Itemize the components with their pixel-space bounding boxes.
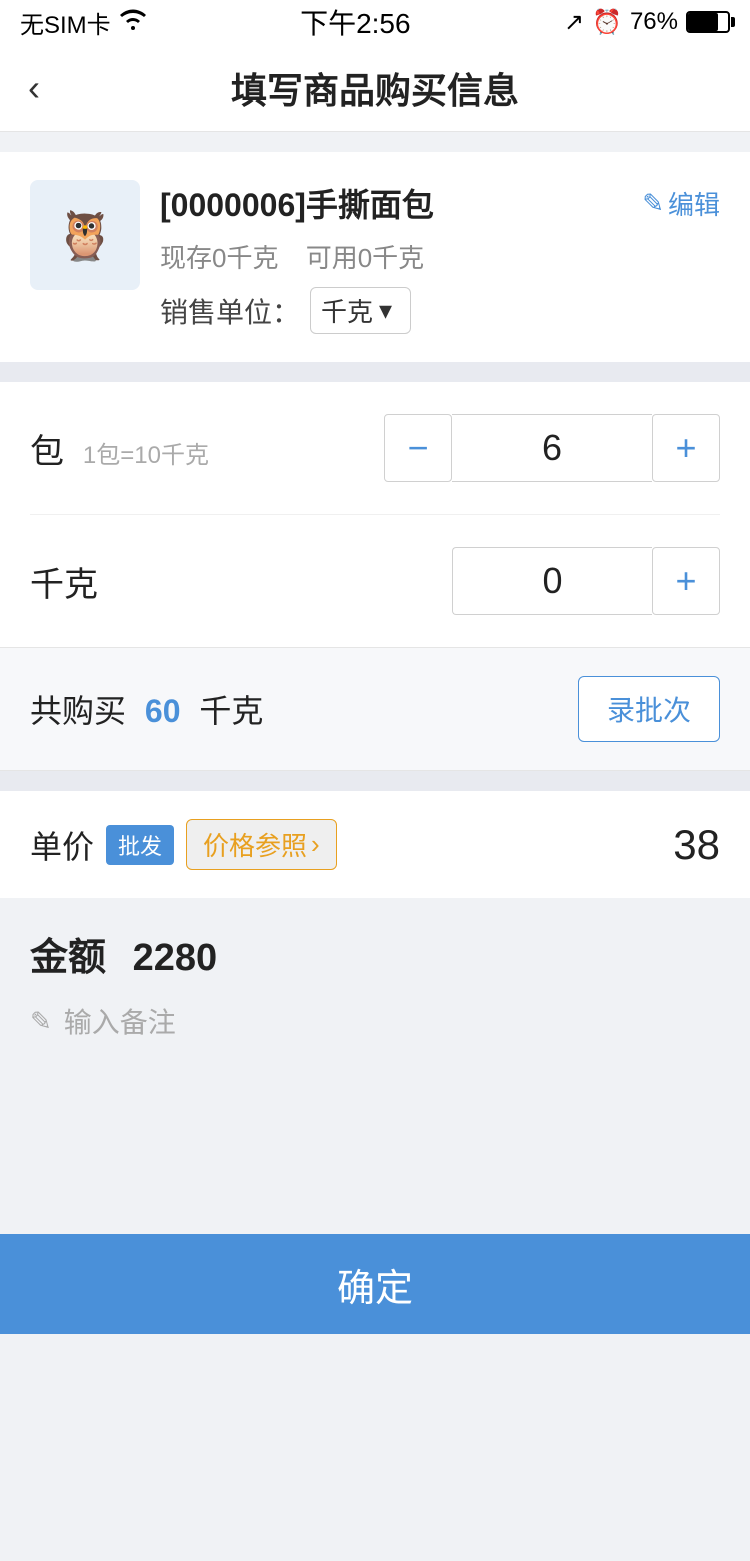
edit-label: 编辑 [668, 185, 720, 222]
total-unit: 千克 [199, 693, 263, 729]
quantity-section: 包 1包=10千克 − + 千克 + [0, 382, 750, 647]
kilogram-increase-button[interactable]: + [652, 547, 720, 615]
section-divider [0, 771, 750, 791]
available-label: 可用0千克 [306, 243, 424, 273]
divider-1 [0, 362, 750, 382]
stock-row: 现存0千克 可用0千克 [160, 238, 720, 275]
unit-row: 销售单位： 千克 ▾ [160, 287, 720, 334]
note-placeholder: 输入备注 [64, 1001, 176, 1041]
product-info: [0000006]手撕面包 ✎ 编辑 现存0千克 可用0千克 销售单位： 千克 … [160, 180, 720, 334]
total-section: 共购买 60 千克 录批次 [0, 647, 750, 771]
price-label-group: 单价 批发 价格参照 › [30, 819, 337, 870]
unit-select[interactable]: 千克 ▾ [310, 287, 411, 334]
product-image: 🦉 [30, 180, 140, 290]
package-decrease-button[interactable]: − [384, 414, 452, 482]
price-section: 单价 批发 价格参照 › 38 [0, 791, 750, 898]
package-row: 包 1包=10千克 − + [30, 382, 720, 515]
product-name-row: [0000006]手撕面包 ✎ 编辑 [160, 180, 720, 226]
edit-button[interactable]: ✎ 编辑 [642, 185, 720, 222]
amount-row: 金额 2280 [30, 926, 720, 981]
carrier-label: 无SIM卡 [20, 5, 111, 40]
price-ref-arrow: › [311, 829, 320, 860]
price-ref-label: 价格参照 [203, 826, 307, 863]
kilogram-row: 千克 + [30, 515, 720, 647]
unit-prefix: 销售单位： [160, 291, 300, 331]
price-value: 38 [673, 821, 720, 869]
status-bar: 无SIM卡 下午2:56 ↗ ⏰ 76% [0, 0, 750, 44]
kilogram-label: 千克 [30, 557, 98, 606]
kilogram-quantity-input[interactable] [452, 547, 652, 615]
page-title: 填写商品购买信息 [231, 62, 519, 114]
price-badge: 批发 [106, 825, 174, 865]
price-reference-button[interactable]: 价格参照 › [186, 819, 337, 870]
price-label: 单价 [30, 822, 94, 868]
unit-value: 千克 [321, 292, 373, 329]
note-row[interactable]: ✎ 输入备注 [30, 1001, 720, 1041]
product-thumbnail-icon: 🦉 [55, 207, 115, 264]
batch-button[interactable]: 录批次 [578, 676, 720, 742]
location-icon: ↗ [564, 8, 584, 37]
amount-section: 金额 2280 ✎ 输入备注 [0, 898, 750, 1061]
back-button[interactable]: ‹ [28, 67, 40, 109]
confirm-button-label: 确定 [337, 1257, 413, 1312]
total-amount: 60 [145, 693, 181, 729]
total-label: 共购买 60 千克 [30, 686, 263, 732]
package-sublabel: 1包=10千克 [83, 442, 209, 469]
battery-icon [686, 11, 730, 33]
note-edit-icon: ✎ [30, 1006, 52, 1037]
package-quantity-control: − + [384, 414, 720, 482]
edit-icon: ✎ [642, 188, 664, 219]
status-left: 无SIM卡 [20, 5, 147, 40]
status-right: ↗ ⏰ 76% [564, 8, 730, 37]
package-label: 包 [30, 433, 64, 471]
status-time: 下午2:56 [300, 2, 411, 42]
battery-percent: 76% [630, 8, 678, 36]
package-increase-button[interactable]: + [652, 414, 720, 482]
kilogram-quantity-control: + [452, 547, 720, 615]
package-quantity-input[interactable] [452, 414, 652, 482]
nav-bar: ‹ 填写商品购买信息 [0, 44, 750, 132]
amount-label: 金额 [30, 937, 106, 979]
chevron-down-icon: ▾ [379, 295, 392, 326]
alarm-icon: ⏰ [592, 8, 622, 37]
product-card: 🦉 [0000006]手撕面包 ✎ 编辑 现存0千克 可用0千克 销售单位： 千… [0, 152, 750, 362]
product-full-name: [0000006]手撕面包 [160, 180, 434, 226]
package-label-group: 包 1包=10千克 [30, 424, 209, 473]
amount-value: 2280 [133, 937, 218, 979]
wifi-icon [119, 8, 147, 37]
confirm-button[interactable]: 确定 [0, 1234, 750, 1334]
stock-label: 现存0千克 [160, 243, 278, 273]
